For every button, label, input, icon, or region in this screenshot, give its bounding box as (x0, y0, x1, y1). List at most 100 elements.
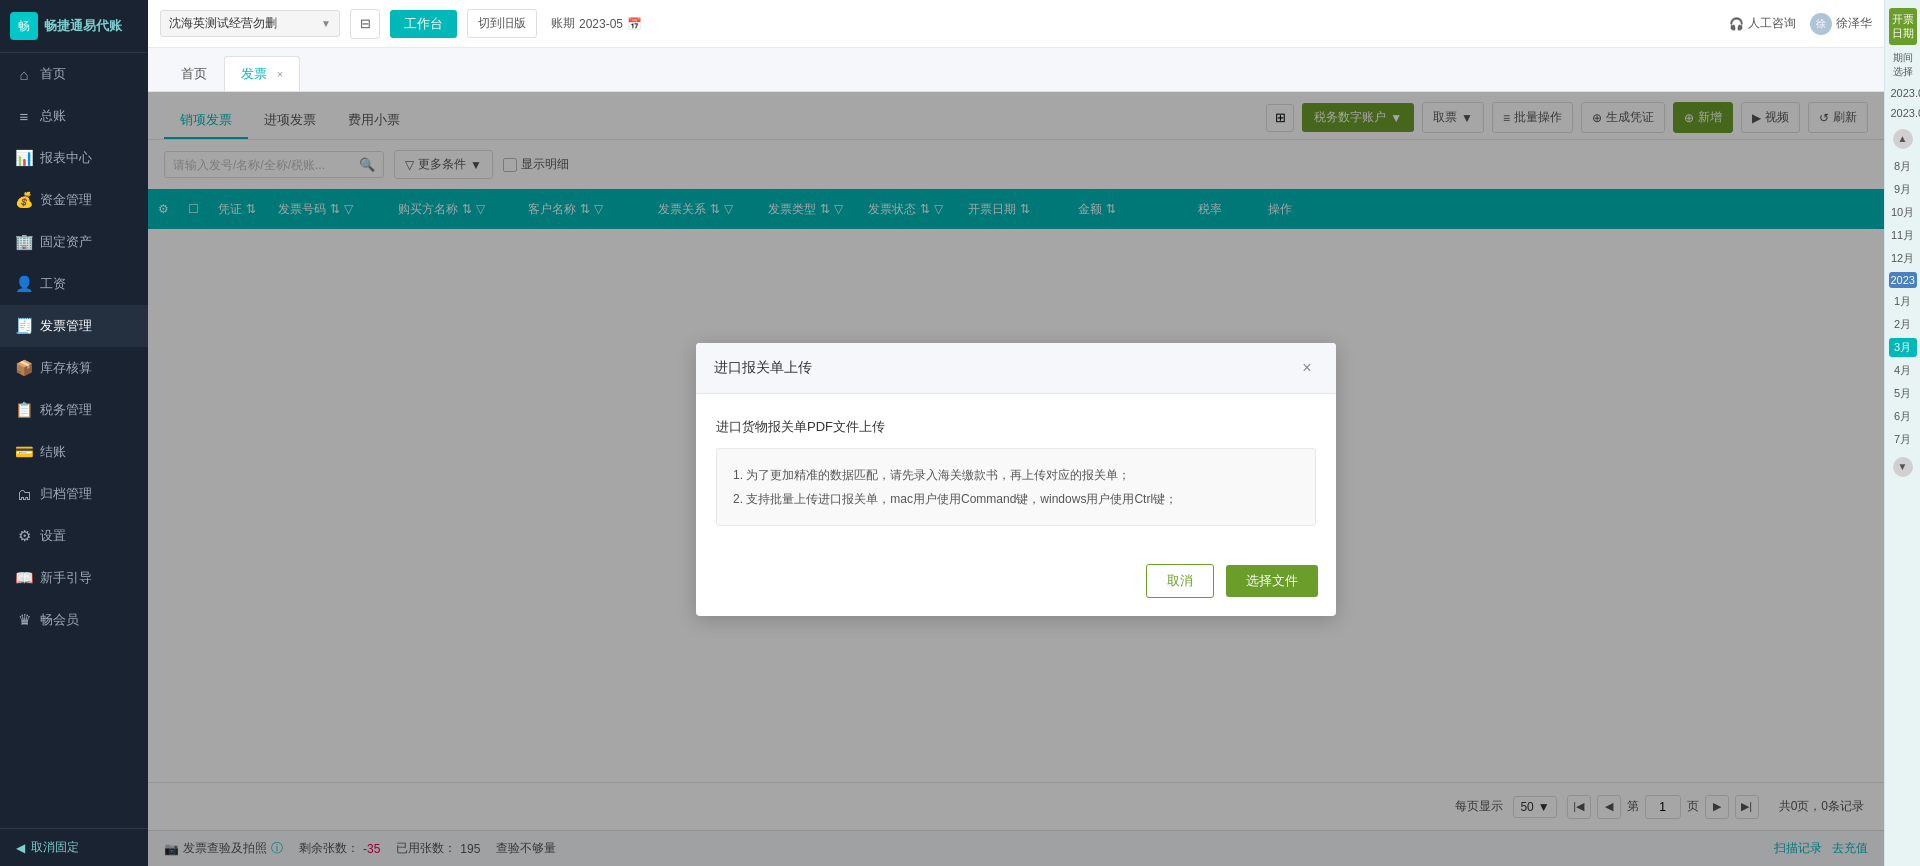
right-panel-month-0[interactable]: 2023.03 (1889, 85, 1917, 101)
funds-icon: 💰 (16, 192, 32, 208)
right-panel: 开票日期 期间选择 2023.03 2023.03 ▲ 8月 9月 10月 11… (1884, 0, 1920, 866)
modal-info-item-2: 2. 支持批量上传进口报关单，mac用户使用Command键，windows用户… (733, 487, 1299, 511)
company-icon-btn[interactable]: ⊟ (350, 9, 380, 39)
nav-tabs-bar: 首页 发票 × (148, 48, 1884, 92)
home-icon: ⌂ (16, 66, 32, 82)
sidebar-item-label: 结账 (40, 443, 66, 461)
right-panel-down-arrows: ▼ (1893, 457, 1913, 477)
right-panel-year-2023[interactable]: 2023 (1889, 272, 1917, 288)
sidebar-item-label: 报表中心 (40, 149, 92, 167)
right-panel-month-6[interactable]: 6月 (1889, 407, 1917, 426)
sidebar-item-archive[interactable]: 🗂 归档管理 (0, 473, 148, 515)
inventory-icon: 📦 (16, 360, 32, 376)
sidebar: 畅 畅捷通易代账 ⌂ 首页 ≡ 总账 📊 报表中心 💰 资金管理 🏢 固定资产 … (0, 0, 148, 866)
right-panel-month-1[interactable]: 2023.03 (1889, 105, 1917, 121)
sidebar-item-invoice[interactable]: 🧾 发票管理 (0, 305, 148, 347)
sidebar-toggle[interactable]: ◀ 取消固定 (0, 828, 148, 866)
modal-body: 进口货物报关单PDF文件上传 1. 为了更加精准的数据匹配，请先录入海关缴款书，… (696, 394, 1336, 550)
company-dropdown-arrow: ▼ (321, 18, 331, 29)
logo-icon: 畅 (10, 12, 38, 40)
sidebar-item-home[interactable]: ⌂ 首页 (0, 53, 148, 95)
sidebar-item-salary[interactable]: 👤 工资 (0, 263, 148, 305)
sidebar-item-label: 资金管理 (40, 191, 92, 209)
tab-invoice[interactable]: 发票 × (224, 56, 300, 91)
sidebar-item-settlement[interactable]: 💳 结账 (0, 431, 148, 473)
right-panel-month-1[interactable]: 1月 (1889, 292, 1917, 311)
right-panel-month-2[interactable]: 2月 (1889, 315, 1917, 334)
archive-icon: 🗂 (16, 486, 32, 502)
calendar-icon: 📅 (627, 17, 642, 31)
fixed-assets-icon: 🏢 (16, 234, 32, 250)
sidebar-item-member[interactable]: ♛ 畅会员 (0, 599, 148, 641)
invoice-icon: 🧾 (16, 318, 32, 334)
modal-info-item-1: 1. 为了更加精准的数据匹配，请先录入海关缴款书，再上传对应的报关单； (733, 463, 1299, 487)
ledger-icon: ≡ (16, 108, 32, 124)
sidebar-item-label: 归档管理 (40, 485, 92, 503)
avatar: 徐 (1810, 13, 1832, 35)
modal-section-title: 进口货物报关单PDF文件上传 (716, 418, 1316, 436)
period-select-label: 期间选择 (1889, 49, 1917, 81)
sidebar-item-label: 总账 (40, 107, 66, 125)
sidebar-item-label: 发票管理 (40, 317, 92, 335)
salary-icon: 👤 (16, 276, 32, 292)
member-icon: ♛ (16, 612, 32, 628)
period-display: 账期 2023-05 📅 (551, 15, 642, 32)
modal-header: 进口报关单上传 × (696, 343, 1336, 394)
open-date-btn[interactable]: 开票日期 (1889, 8, 1917, 45)
workspace-btn[interactable]: 工作台 (390, 10, 457, 38)
right-panel-month-8[interactable]: 8月 (1889, 157, 1917, 176)
right-panel-arrows: ▲ (1893, 129, 1913, 149)
right-panel-month-11[interactable]: 11月 (1889, 226, 1917, 245)
toggle-label: 取消固定 (31, 839, 79, 856)
modal-select-file-btn[interactable]: 选择文件 (1226, 565, 1318, 597)
sidebar-item-reports[interactable]: 📊 报表中心 (0, 137, 148, 179)
help-btn[interactable]: 🎧 人工咨询 (1729, 15, 1796, 32)
sidebar-item-guide[interactable]: 📖 新手引导 (0, 557, 148, 599)
right-panel-month-3-current[interactable]: 3月 (1889, 338, 1917, 357)
modal-info-box: 1. 为了更加精准的数据匹配，请先录入海关缴款书，再上传对应的报关单； 2. 支… (716, 448, 1316, 526)
sidebar-item-inventory[interactable]: 📦 库存核算 (0, 347, 148, 389)
tax-icon: 📋 (16, 402, 32, 418)
sidebar-item-settings[interactable]: ⚙ 设置 (0, 515, 148, 557)
settlement-icon: 💳 (16, 444, 32, 460)
tab-home[interactable]: 首页 (164, 56, 224, 91)
sidebar-item-ledger[interactable]: ≡ 总账 (0, 95, 148, 137)
modal-overlay[interactable]: 进口报关单上传 × 进口货物报关单PDF文件上传 1. 为了更加精准的数据匹配，… (148, 92, 1884, 866)
right-panel-month-9[interactable]: 9月 (1889, 180, 1917, 199)
right-panel-month-5[interactable]: 5月 (1889, 384, 1917, 403)
sidebar-item-label: 工资 (40, 275, 66, 293)
sidebar-item-fixed-assets[interactable]: 🏢 固定资产 (0, 221, 148, 263)
sidebar-item-label: 固定资产 (40, 233, 92, 251)
topbar: 沈海英测试经营勿删 ▼ ⊟ 工作台 切到旧版 账期 2023-05 📅 🎧 人工… (148, 0, 1884, 48)
scroll-down-btn[interactable]: ▼ (1893, 457, 1913, 477)
sidebar-item-label: 畅会员 (40, 611, 79, 629)
modal-import-customs: 进口报关单上传 × 进口货物报关单PDF文件上传 1. 为了更加精准的数据匹配，… (696, 343, 1336, 616)
guide-icon: 📖 (16, 570, 32, 586)
switch-version-btn[interactable]: 切到旧版 (467, 9, 537, 38)
close-icon: × (1302, 359, 1311, 377)
settings-icon: ⚙ (16, 528, 32, 544)
sidebar-item-funds[interactable]: 💰 资金管理 (0, 179, 148, 221)
modal-title: 进口报关单上传 (714, 359, 812, 377)
sidebar-item-label: 首页 (40, 65, 66, 83)
right-panel-month-10[interactable]: 10月 (1889, 203, 1917, 222)
company-selector[interactable]: 沈海英测试经营勿删 ▼ (160, 10, 340, 37)
building-icon: ⊟ (360, 16, 371, 31)
right-panel-month-4[interactable]: 4月 (1889, 361, 1917, 380)
right-panel-month-12[interactable]: 12月 (1889, 249, 1917, 268)
sidebar-item-tax[interactable]: 📋 税务管理 (0, 389, 148, 431)
modal-cancel-btn[interactable]: 取消 (1146, 564, 1214, 598)
reports-icon: 📊 (16, 150, 32, 166)
main-area: 沈海英测试经营勿删 ▼ ⊟ 工作台 切到旧版 账期 2023-05 📅 🎧 人工… (148, 0, 1884, 866)
sidebar-item-label: 设置 (40, 527, 66, 545)
modal-footer: 取消 选择文件 (696, 550, 1336, 616)
close-tab-icon[interactable]: × (277, 68, 283, 80)
right-panel-month-7[interactable]: 7月 (1889, 430, 1917, 449)
headset-icon: 🎧 (1729, 17, 1744, 31)
app-name: 畅捷通易代账 (44, 17, 122, 35)
company-name: 沈海英测试经营勿删 (169, 15, 315, 32)
user-menu[interactable]: 徐 徐泽华 (1810, 13, 1872, 35)
modal-close-btn[interactable]: × (1296, 357, 1318, 379)
scroll-up-btn[interactable]: ▲ (1893, 129, 1913, 149)
app-logo: 畅 畅捷通易代账 (0, 0, 148, 53)
